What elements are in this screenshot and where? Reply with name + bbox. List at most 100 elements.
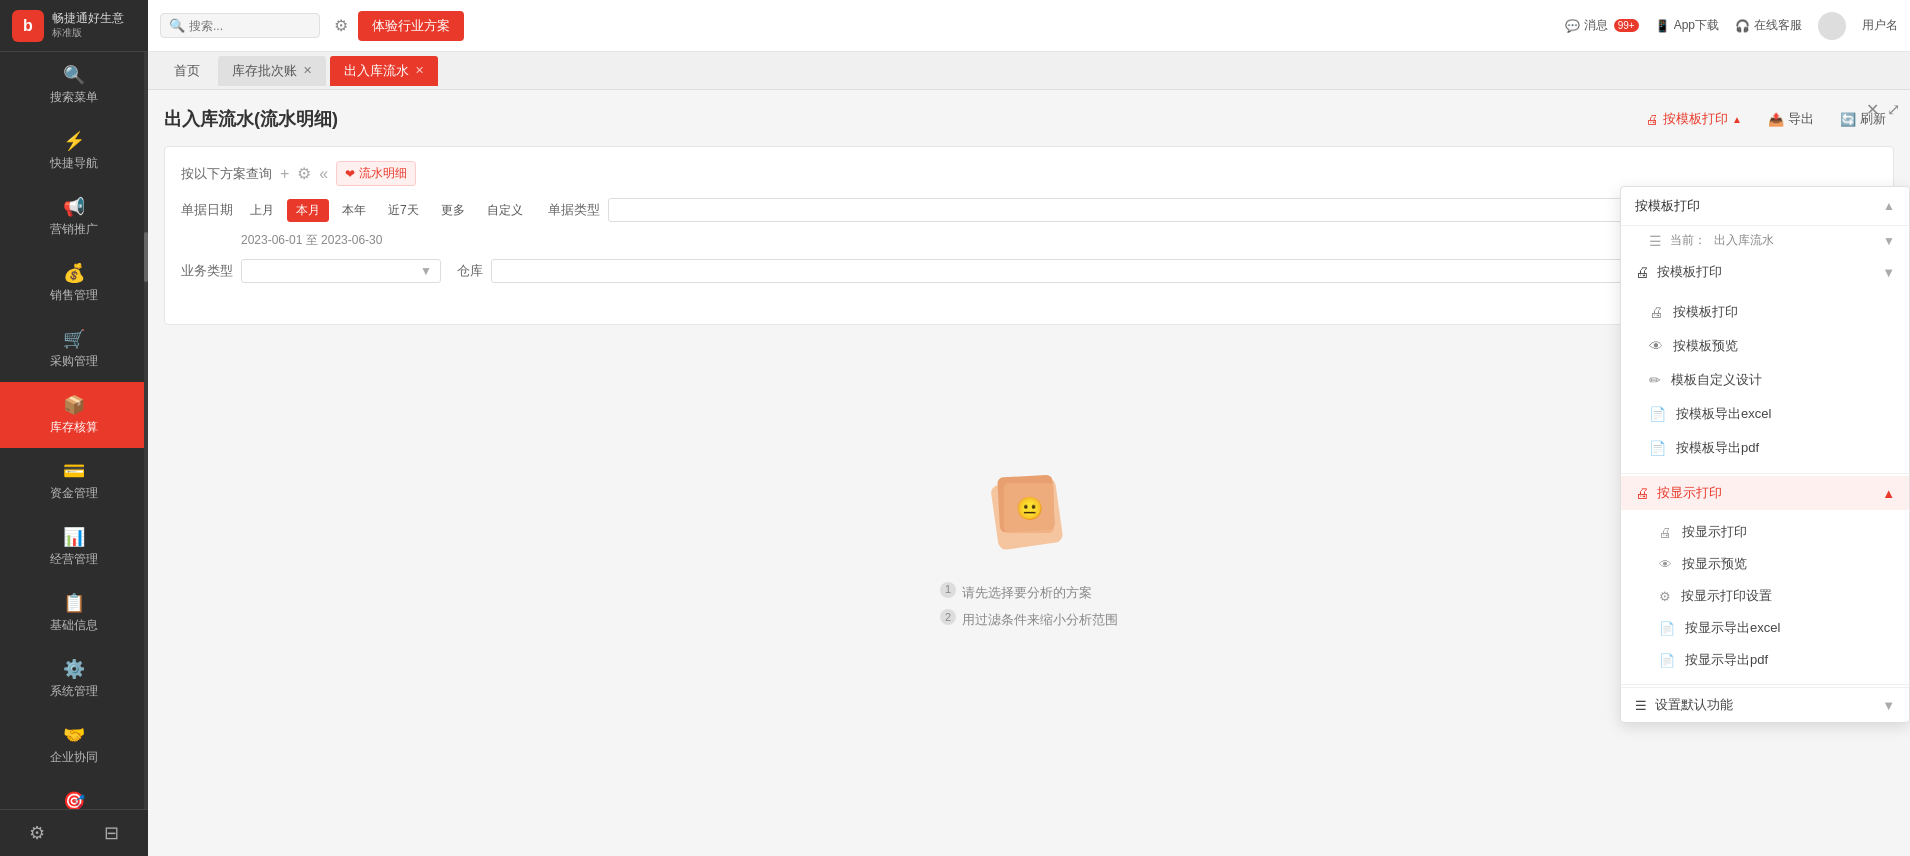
print-template-button[interactable]: 🖨 按模板打印 ▲ [1638, 106, 1750, 132]
date-btn-this-year[interactable]: 本年 [333, 199, 375, 222]
quick-nav-icon: ⚡ [63, 130, 85, 152]
sidebar-item-collab[interactable]: 🤝 企业协同 [0, 712, 148, 778]
online-service-label: 在线客服 [1754, 17, 1802, 34]
filter-collapse-icon[interactable]: « [319, 165, 328, 183]
template-excel-label: 按模板导出excel [1676, 405, 1771, 423]
refresh-icon: 🔄 [1840, 112, 1856, 127]
date-btn-more[interactable]: 更多 [432, 199, 474, 222]
tab-home[interactable]: 首页 [160, 56, 214, 86]
display-preview-icon: 👁 [1659, 557, 1672, 572]
display-section-items: 🖨 按显示打印 👁 按显示预览 ⚙ 按显示打印设置 📄 按显示导出excel 📄 [1621, 510, 1909, 682]
window-maximize-icon[interactable]: ⤢ [1887, 100, 1900, 119]
sidebar-nav: 🔍 搜索菜单 ⚡ 快捷导航 📢 营销推广 💰 销售管理 🛒 采购管理 📦 库存核… [0, 52, 148, 809]
export-button[interactable]: 📤 导出 [1760, 106, 1822, 132]
app-download-item[interactable]: 📱 App下载 [1655, 17, 1719, 34]
filter-add-button[interactable]: + [280, 165, 289, 183]
sidebar-item-finance[interactable]: 💳 资金管理 [0, 448, 148, 514]
sidebar-settings-icon[interactable]: ⚙ [29, 822, 45, 844]
display-preview-label: 按显示预览 [1682, 555, 1747, 573]
sidebar-item-label: 资金管理 [50, 485, 98, 502]
topbar-search-box[interactable]: 🔍 [160, 13, 320, 38]
empty-text: 1 请先选择要分析的方案 2 用过滤条件来缩小分析范围 [940, 581, 1118, 636]
date-buttons: 上月 本月 本年 近7天 更多 自定义 [241, 199, 532, 222]
sidebar-item-system[interactable]: ⚙️ 系统管理 [0, 646, 148, 712]
template-pdf-icon: 📄 [1649, 440, 1666, 456]
tab-flow[interactable]: 出入库流水 ✕ [330, 56, 438, 86]
dropdown-footer-item[interactable]: ☰ 设置默认功能 ▼ [1621, 687, 1909, 722]
display-excel-label: 按显示导出excel [1685, 619, 1780, 637]
sidebar-item-marketing[interactable]: 📢 营销推广 [0, 184, 148, 250]
template-print-item[interactable]: 🖨 按模板打印 [1621, 295, 1909, 329]
display-print-group-label: 按显示打印 [1657, 484, 1722, 502]
display-settings-label: 按显示打印设置 [1681, 587, 1772, 605]
topbar-gear-icon[interactable]: ⚙ [334, 16, 348, 35]
date-btn-this-month[interactable]: 本月 [287, 199, 329, 222]
display-settings-icon: ⚙ [1659, 589, 1671, 604]
filter-business-item: 业务类型 ▼ [181, 259, 441, 283]
sidebar-item-label: 经营管理 [50, 551, 98, 568]
template-preview-item[interactable]: 👁 按模板预览 [1621, 329, 1909, 363]
message-label: 消息 [1584, 17, 1608, 34]
sidebar: b 畅捷通好生意 标准版 🔍 搜索菜单 ⚡ 快捷导航 📢 营销推广 💰 销售管理… [0, 0, 148, 856]
message-item[interactable]: 💬 消息 99+ [1565, 17, 1639, 34]
sidebar-item-label: 采购管理 [50, 353, 98, 370]
template-preview-label: 按模板预览 [1673, 337, 1738, 355]
sidebar-item-label: 快捷导航 [50, 155, 98, 172]
display-print-group-icon: 🖨 [1635, 485, 1649, 501]
tab-batch[interactable]: 库存批次账 ✕ [218, 56, 326, 86]
sidebar-item-label: 企业协同 [50, 749, 98, 766]
window-close-icon[interactable]: ✕ [1866, 100, 1879, 119]
search-input[interactable] [189, 19, 311, 33]
date-btn-custom[interactable]: 自定义 [478, 199, 532, 222]
template-design-item[interactable]: ✏ 模板自定义设计 [1621, 363, 1909, 397]
display-pdf-item[interactable]: 📄 按显示导出pdf [1621, 644, 1909, 676]
step-2-number: 2 [940, 609, 956, 625]
sidebar-item-label: 销售管理 [50, 287, 98, 304]
filter-settings-icon[interactable]: ⚙ [297, 164, 311, 183]
template-pdf-item[interactable]: 📄 按模板导出pdf [1621, 431, 1909, 465]
empty-step-1: 1 请先选择要分析的方案 [940, 581, 1118, 604]
industry-solution-button[interactable]: 体验行业方案 [358, 11, 464, 41]
date-btn-7days[interactable]: 近7天 [379, 199, 428, 222]
template-excel-item[interactable]: 📄 按模板导出excel [1621, 397, 1909, 431]
sidebar-item-search[interactable]: 🔍 搜索菜单 [0, 52, 148, 118]
page-content: 出入库流水(流水明细) 🖨 按模板打印 ▲ 📤 导出 🔄 刷新 ✕ [148, 90, 1910, 856]
display-preview-item[interactable]: 👁 按显示预览 [1621, 548, 1909, 580]
date-btn-last-month[interactable]: 上月 [241, 199, 283, 222]
tabbar: 首页 库存批次账 ✕ 出入库流水 ✕ [148, 52, 1910, 90]
topbar-search-icon: 🔍 [169, 18, 185, 33]
dropdown-header: 按模板打印 ▲ [1621, 187, 1909, 226]
page-header: 出入库流水(流水明细) 🖨 按模板打印 ▲ 📤 导出 🔄 刷新 [164, 106, 1894, 132]
user-name: 用户名 [1862, 17, 1898, 34]
dropdown-section-display[interactable]: 🖨 按显示打印 ▲ [1621, 476, 1909, 510]
template-design-label: 模板自定义设计 [1671, 371, 1762, 389]
dropdown-collapse-arrow[interactable]: ▲ [1883, 199, 1895, 213]
tab-batch-close-icon[interactable]: ✕ [303, 64, 312, 77]
print-dropdown-panel: 按模板打印 ▲ ☰ 当前： 出入库流水 ▼ 🖨 按模板打印 ▼ [1620, 186, 1910, 723]
sidebar-item-operation[interactable]: 📊 经营管理 [0, 514, 148, 580]
template-print-item-icon: 🖨 [1649, 304, 1663, 320]
current-label-icon: ☰ [1649, 233, 1662, 249]
display-excel-item[interactable]: 📄 按显示导出excel [1621, 612, 1909, 644]
user-avatar[interactable] [1818, 12, 1846, 40]
page-title: 出入库流水(流水明细) [164, 107, 338, 131]
printer-icon: 🖨 [1646, 112, 1659, 127]
sidebar-menu-icon[interactable]: ⊟ [104, 822, 119, 844]
sidebar-item-guide[interactable]: 🎯 新手引导 [0, 778, 148, 809]
online-service-item[interactable]: 🎧 在线客服 [1735, 17, 1802, 34]
sidebar-item-sales[interactable]: 💰 销售管理 [0, 250, 148, 316]
sidebar-item-quick-nav[interactable]: ⚡ 快捷导航 [0, 118, 148, 184]
sidebar-item-label: 搜索菜单 [50, 89, 98, 106]
display-settings-item[interactable]: ⚙ 按显示打印设置 [1621, 580, 1909, 612]
dropdown-section-template[interactable]: 🖨 按模板打印 ▼ [1621, 255, 1909, 289]
sidebar-item-inventory[interactable]: 📦 库存核算 [0, 382, 148, 448]
tab-flow-close-icon[interactable]: ✕ [415, 64, 424, 77]
date-range-text: 2023-06-01 至 2023-06-30 [241, 233, 382, 247]
sidebar-item-purchase[interactable]: 🛒 采购管理 [0, 316, 148, 382]
sidebar-item-basic[interactable]: 📋 基础信息 [0, 580, 148, 646]
filter-business-select[interactable]: ▼ [241, 259, 441, 283]
display-print-item[interactable]: 🖨 按显示打印 [1621, 516, 1909, 548]
filter-type-label: 单据类型 [548, 201, 600, 219]
print-template-label: 按模板打印 [1663, 110, 1728, 128]
display-pdf-label: 按显示导出pdf [1685, 651, 1768, 669]
